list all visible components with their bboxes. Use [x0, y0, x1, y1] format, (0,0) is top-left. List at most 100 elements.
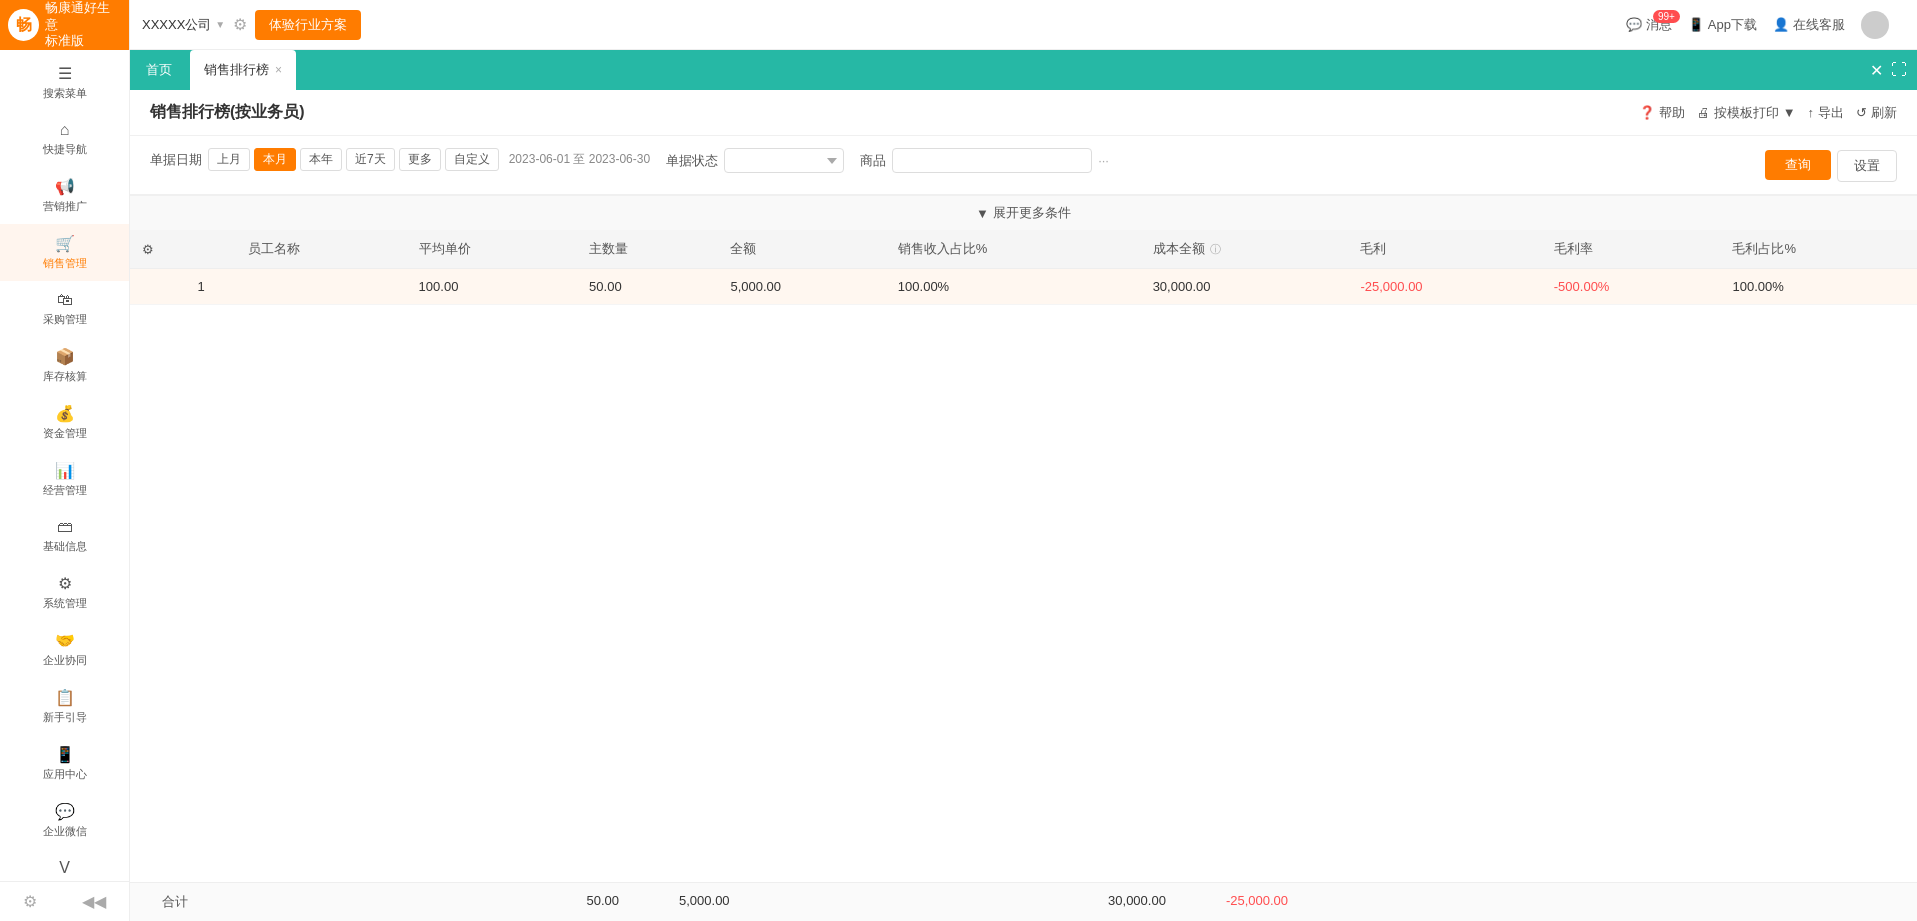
- filter-action-buttons: 查询 设置: [1765, 148, 1897, 182]
- sidebar-item-sales[interactable]: 🛒 销售管理: [0, 224, 129, 281]
- col-cost: 成本全额 ⓘ: [1141, 230, 1349, 269]
- sidebar-item-wechat[interactable]: 💬 企业微信: [0, 792, 129, 849]
- message-button[interactable]: 💬 消息 99+: [1626, 16, 1672, 34]
- sidebar-label-system: 系统管理: [43, 596, 87, 611]
- apps-icon: 📱: [55, 745, 75, 764]
- sidebar-label-nav: 快捷导航: [43, 142, 87, 157]
- collapse-icon[interactable]: ◀◀: [82, 892, 106, 911]
- tab-close-window-icon[interactable]: ✕: [1870, 61, 1883, 80]
- goods-filter-label: 商品: [860, 152, 886, 170]
- row-name: [236, 269, 407, 305]
- export-button[interactable]: ↑ 导出: [1808, 104, 1845, 122]
- date-btn-本月[interactable]: 本月: [254, 148, 296, 171]
- col-amount: 全额: [718, 230, 885, 269]
- table-area: ⚙ 员工名称 平均单价 主数量 全额 销售收入占比% 成本全额 ⓘ 毛利 毛利率…: [130, 230, 1917, 882]
- filter-section: 单据日期 上月本月本年近7天更多自定义 2023-06-01 至 2023-06…: [130, 136, 1917, 230]
- col-rank: [166, 230, 236, 269]
- filter-bar: 单据日期 上月本月本年近7天更多自定义 2023-06-01 至 2023-06…: [130, 136, 1917, 195]
- tab-close-icon[interactable]: ×: [275, 63, 282, 77]
- sidebar-item-finance[interactable]: 💰 资金管理: [0, 394, 129, 451]
- date-btn-自定义[interactable]: 自定义: [445, 148, 499, 171]
- sidebar-item-operations[interactable]: 📊 经营管理: [0, 451, 129, 508]
- expand-button[interactable]: ▼ 展开更多条件: [976, 204, 1071, 222]
- date-btn-近7天[interactable]: 近7天: [346, 148, 395, 171]
- row-gross-rate: -500.00%: [1542, 269, 1721, 305]
- avatar[interactable]: [1861, 11, 1889, 39]
- print-button[interactable]: 🖨 按模板打印 ▼: [1697, 104, 1796, 122]
- goods-more-icon[interactable]: ···: [1098, 153, 1109, 168]
- sidebar-label-purchase: 采购管理: [43, 312, 87, 327]
- app-label: App下载: [1708, 16, 1757, 34]
- sidebar-nav: ☰ 搜索菜单 ⌂ 快捷导航 📢 营销推广 🛒 销售管理 🛍 采购管理 📦 库存核…: [0, 50, 129, 881]
- sidebar-item-basic[interactable]: 🗃 基础信息: [0, 508, 129, 564]
- query-button[interactable]: 查询: [1765, 150, 1831, 180]
- sidebar-item-guide[interactable]: 📋 新手引导: [0, 678, 129, 735]
- status-filter-label: 单据状态: [666, 152, 718, 170]
- sidebar-label-marketing: 营销推广: [43, 199, 87, 214]
- tab-sales-ranking[interactable]: 销售排行榜 ×: [190, 50, 296, 90]
- sidebar-item-marketing[interactable]: 📢 营销推广: [0, 167, 129, 224]
- footer-cost: 30,000.00: [1108, 893, 1166, 911]
- trial-button[interactable]: 体验行业方案: [255, 10, 361, 40]
- sidebar-item-nav[interactable]: ⌂ 快捷导航: [0, 111, 129, 167]
- page-header-actions: ❓ 帮助 🖨 按模板打印 ▼ ↑ 导出 ↺ 刷新: [1639, 104, 1897, 122]
- sidebar-item-collab[interactable]: 🤝 企业协同: [0, 621, 129, 678]
- app-download-button[interactable]: 📱 App下载: [1688, 16, 1757, 34]
- date-btn-本年[interactable]: 本年: [300, 148, 342, 171]
- service-label: 在线客服: [1793, 16, 1845, 34]
- row-cost: 30,000.00: [1141, 269, 1349, 305]
- sidebar-item-member[interactable]: V 畅会员: [0, 849, 129, 881]
- sidebar-item-purchase[interactable]: 🛍 采购管理: [0, 281, 129, 337]
- sidebar-label-operations: 经营管理: [43, 483, 87, 498]
- expand-down-icon: ▼: [976, 206, 989, 221]
- refresh-button[interactable]: ↺ 刷新: [1856, 104, 1897, 122]
- basic-icon: 🗃: [57, 518, 73, 536]
- settings-gear-icon[interactable]: ⚙: [233, 15, 247, 34]
- cost-info-icon[interactable]: ⓘ: [1210, 243, 1221, 255]
- sales-icon: 🛒: [55, 234, 75, 253]
- tab-label: 销售排行榜: [204, 61, 269, 79]
- expand-label: 展开更多条件: [993, 204, 1071, 222]
- sidebar-label-apps: 应用中心: [43, 767, 87, 782]
- date-filter-label: 单据日期: [150, 151, 202, 169]
- status-select[interactable]: [724, 148, 844, 173]
- print-arrow-icon: ▼: [1783, 105, 1796, 120]
- date-btn-group: 上月本月本年近7天更多自定义: [208, 148, 499, 171]
- settings-icon[interactable]: ⚙: [23, 892, 37, 911]
- sidebar-label-collab: 企业协同: [43, 653, 87, 668]
- filter-expand-bar: ▼ 展开更多条件: [130, 195, 1917, 230]
- footer-amount: 5,000.00: [679, 893, 730, 911]
- table-row: 1 100.00 50.00 5,000.00 100.00% 30,000.0…: [130, 269, 1917, 305]
- search-icon: ☰: [58, 64, 72, 83]
- sidebar-item-inventory[interactable]: 📦 库存核算: [0, 337, 129, 394]
- main-area: XXXXX公司 ▼ ⚙ 体验行业方案 💬 消息 99+ 📱 App下载 👤 在线…: [130, 0, 1917, 921]
- row-amount: 5,000.00: [718, 269, 885, 305]
- set-button[interactable]: 设置: [1837, 150, 1897, 182]
- sidebar-item-search[interactable]: ☰ 搜索菜单: [0, 54, 129, 111]
- sidebar-label-finance: 资金管理: [43, 426, 87, 441]
- col-gross-pct: 毛利占比%: [1720, 230, 1917, 269]
- footer-label-total: 合计: [162, 893, 188, 911]
- topbar: XXXXX公司 ▼ ⚙ 体验行业方案 💬 消息 99+ 📱 App下载 👤 在线…: [130, 0, 1917, 50]
- sidebar-label-guide: 新手引导: [43, 710, 87, 725]
- col-settings[interactable]: ⚙: [130, 230, 166, 269]
- online-service-button[interactable]: 👤 在线客服: [1773, 16, 1845, 34]
- row-gross-pct: 100.00%: [1720, 269, 1917, 305]
- company-arrow-icon: ▼: [215, 19, 225, 30]
- col-avg-price: 平均单价: [407, 230, 578, 269]
- company-selector[interactable]: XXXXX公司 ▼: [142, 16, 225, 34]
- date-filter: 单据日期 上月本月本年近7天更多自定义 2023-06-01 至 2023-06…: [150, 148, 650, 171]
- help-button[interactable]: ❓ 帮助: [1639, 104, 1685, 122]
- col-name: 员工名称: [236, 230, 407, 269]
- tab-maximize-icon[interactable]: ⛶: [1891, 61, 1907, 79]
- date-btn-更多[interactable]: 更多: [399, 148, 441, 171]
- sidebar-item-apps[interactable]: 📱 应用中心: [0, 735, 129, 792]
- refresh-icon: ↺: [1856, 105, 1867, 120]
- col-sales-pct: 销售收入占比%: [886, 230, 1141, 269]
- goods-input[interactable]: [892, 148, 1092, 173]
- logo-icon: 畅: [8, 9, 39, 41]
- app-icon: 📱: [1688, 17, 1704, 32]
- sidebar-item-system[interactable]: ⚙ 系统管理: [0, 564, 129, 621]
- tab-home[interactable]: 首页: [130, 50, 188, 90]
- date-btn-上月[interactable]: 上月: [208, 148, 250, 171]
